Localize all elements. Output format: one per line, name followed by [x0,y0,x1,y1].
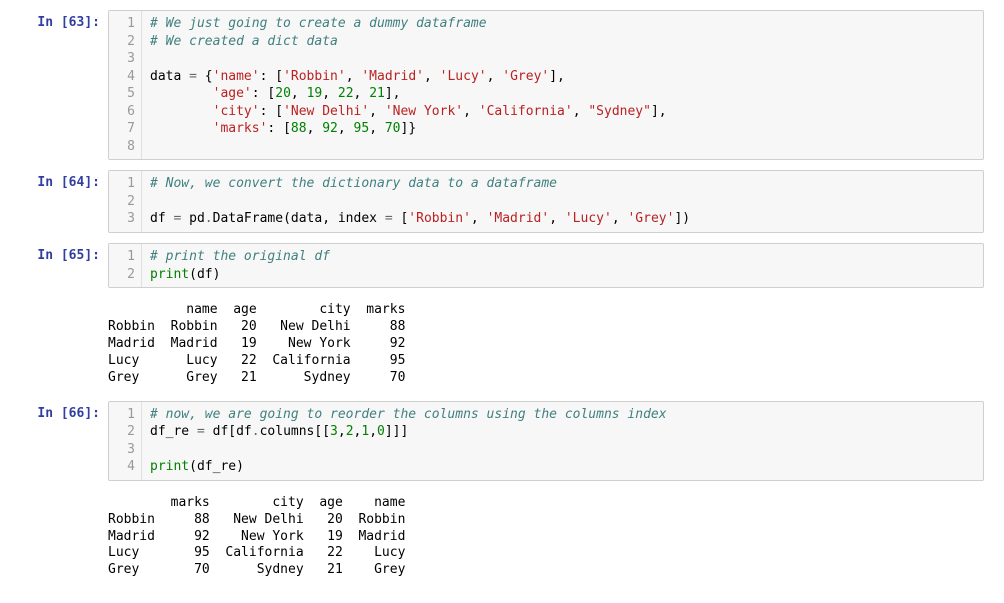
code-input[interactable]: 1 2 3 # Now, we convert the dictionary d… [108,170,984,233]
prompt-label: In [66]: [20,401,108,481]
code-content[interactable]: # We just going to create a dummy datafr… [142,11,983,159]
code-content[interactable]: # Now, we convert the dictionary data to… [142,171,983,232]
code-content[interactable]: # print the original df print(df) [142,244,983,287]
line-gutter: 1 2 [109,244,142,287]
cell-66-output: marks city age name Robbin 88 New Delhi … [20,491,984,583]
cell-65: In [65]: 1 2 # print the original df pri… [20,243,984,288]
output-prompt [20,298,100,390]
cell-64: In [64]: 1 2 3 # Now, we convert the dic… [20,170,984,233]
code-input[interactable]: 1 2 3 4 5 6 7 8 # We just going to creat… [108,10,984,160]
line-gutter: 1 2 3 4 5 6 7 8 [109,11,142,159]
code-content[interactable]: # now, we are going to reorder the colum… [142,402,983,480]
code-input[interactable]: 1 2 # print the original df print(df) [108,243,984,288]
cell-66: In [66]: 1 2 3 4 # now, we are going to … [20,401,984,481]
line-gutter: 1 2 3 [109,171,142,232]
output-text: name age city marks Robbin Robbin 20 New… [100,298,984,390]
output-prompt [20,491,100,583]
prompt-label: In [64]: [20,170,108,233]
cell-65-output: name age city marks Robbin Robbin 20 New… [20,298,984,390]
cell-63: In [63]: 1 2 3 4 5 6 7 8 # We just going… [20,10,984,160]
output-text: marks city age name Robbin 88 New Delhi … [100,491,984,583]
line-gutter: 1 2 3 4 [109,402,142,480]
prompt-label: In [65]: [20,243,108,288]
code-input[interactable]: 1 2 3 4 # now, we are going to reorder t… [108,401,984,481]
prompt-label: In [63]: [20,10,108,160]
